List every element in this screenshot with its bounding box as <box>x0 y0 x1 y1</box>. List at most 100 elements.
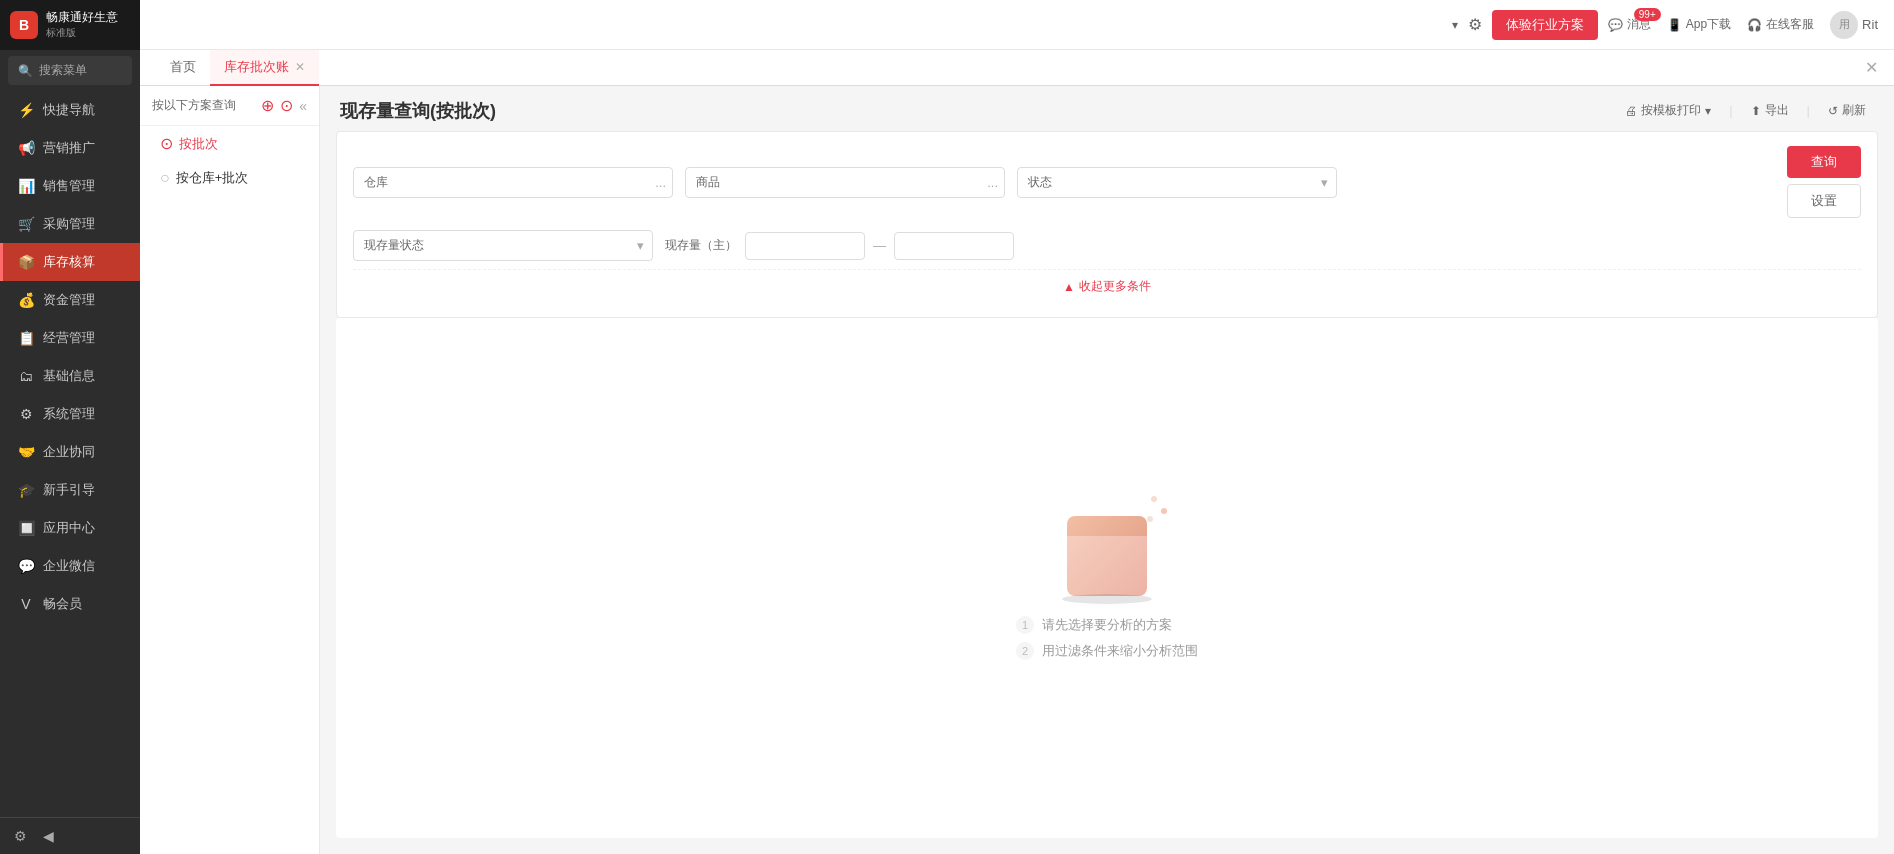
sidebar-label-system: 系统管理 <box>43 405 95 423</box>
sidebar-item-member[interactable]: V 畅会员 <box>0 585 140 623</box>
quantity-to-input[interactable] <box>894 232 1014 260</box>
filter-settings-icon[interactable]: ⊙ <box>280 96 293 115</box>
inventory-status-filter[interactable]: 现存量状态 ▾ <box>353 230 653 261</box>
status-label: 状态 <box>1018 168 1062 197</box>
print-template-btn[interactable]: 🖨 按模板打印 ▾ <box>1617 98 1719 123</box>
sidebar-item-wechat[interactable]: 💬 企业微信 <box>0 547 140 585</box>
quantity-dash: — <box>873 238 886 253</box>
tab-panel-close-icon[interactable]: ✕ <box>1865 58 1878 77</box>
inventory-status-input[interactable] <box>434 233 629 259</box>
query-button[interactable]: 查询 <box>1787 146 1861 178</box>
filter-by-batch-radio: ⊙ <box>160 134 173 153</box>
sidebar-label-shortcut: 快捷导航 <box>43 101 95 119</box>
empty-dot-3 <box>1147 516 1153 522</box>
tab-inventory-batch[interactable]: 库存批次账 ✕ <box>210 50 319 86</box>
empty-dot-1 <box>1151 496 1157 502</box>
page-action-divider-1: | <box>1729 103 1732 118</box>
sidebar-item-apps[interactable]: 🔲 应用中心 <box>0 509 140 547</box>
sidebar-item-enterprise[interactable]: 🤝 企业协同 <box>0 433 140 471</box>
warehouse-dots[interactable]: ... <box>649 175 672 190</box>
status-arrow-icon[interactable]: ▾ <box>1313 175 1336 190</box>
sidebar-header: B 畅康通好生意 标准版 <box>0 0 140 50</box>
sidebar-item-purchase[interactable]: 🛒 采购管理 <box>0 205 140 243</box>
user-avatar: 用 <box>1830 11 1858 39</box>
page-actions: 🖨 按模板打印 ▾ | ⬆ 导出 | ↺ 刷新 <box>1617 98 1874 123</box>
refresh-label: 刷新 <box>1842 102 1866 119</box>
message-badge: 99+ <box>1634 8 1661 21</box>
trial-btn[interactable]: 体验行业方案 <box>1492 10 1598 40</box>
export-label: 导出 <box>1765 102 1789 119</box>
sidebar-label-marketing: 营销推广 <box>43 139 95 157</box>
sidebar-item-operation[interactable]: 📋 经营管理 <box>0 319 140 357</box>
breadcrumb-text <box>156 16 204 33</box>
filter-item-by-warehouse-batch[interactable]: ○ 按仓库+批次 <box>140 161 319 195</box>
filter-add-icon[interactable]: ⊕ <box>261 96 274 115</box>
tab-close-icon[interactable]: ✕ <box>295 60 305 74</box>
empty-illustration <box>1047 496 1167 596</box>
search-menu-label: 搜索菜单 <box>39 62 87 79</box>
warehouse-filter[interactable]: 仓库 ... <box>353 167 673 198</box>
quantity-from-input[interactable] <box>745 232 865 260</box>
topbar-settings-icon[interactable]: ⚙ <box>1468 15 1482 34</box>
product-filter[interactable]: 商品 ... <box>685 167 1005 198</box>
product-dots[interactable]: ... <box>981 175 1004 190</box>
filter-area: 仓库 ... 商品 ... 状态 ▾ 查询 <box>336 131 1878 318</box>
basic-icon: 🗂 <box>17 367 35 385</box>
empty-state: 1 请先选择要分析的方案 2 用过滤条件来缩小分析范围 <box>336 318 1878 838</box>
inventory-status-arrow[interactable]: ▾ <box>629 238 652 253</box>
warehouse-input[interactable] <box>398 169 649 195</box>
sidebar-label-sales: 销售管理 <box>43 177 95 195</box>
tab-home-label: 首页 <box>170 58 196 76</box>
status-input[interactable] <box>1062 169 1313 195</box>
sidebar-label-inventory: 库存核算 <box>43 253 95 271</box>
topbar-messages[interactable]: 💬 消息 99+ <box>1608 16 1651 33</box>
content-area: 按以下方案查询 ⊕ ⊙ « ⊙ 按批次 ○ 按仓库+批次 <box>140 86 1894 854</box>
sidebar-item-basic[interactable]: 🗂 基础信息 <box>0 357 140 395</box>
topbar-online-service[interactable]: 🎧 在线客服 <box>1747 16 1814 33</box>
filter-panel-header: 按以下方案查询 ⊕ ⊙ « <box>140 86 319 126</box>
hint-num-1: 1 <box>1016 616 1034 634</box>
tab-home[interactable]: 首页 <box>156 50 210 86</box>
sidebar-item-inventory[interactable]: 📦 库存核算 <box>0 243 140 281</box>
collapse-more-btn[interactable]: ▲ 收起更多条件 <box>353 269 1861 303</box>
sidebar-label-member: 畅会员 <box>43 595 82 613</box>
topbar-user[interactable]: 用 Rit <box>1830 11 1878 39</box>
sidebar-item-guide[interactable]: 🎓 新手引导 <box>0 471 140 509</box>
footer-collapse-icon[interactable]: ◀ <box>43 828 54 844</box>
app-company: 畅康通好生意 <box>46 10 118 26</box>
sidebar-label-operation: 经营管理 <box>43 329 95 347</box>
product-input[interactable] <box>730 169 981 195</box>
inventory-icon: 📦 <box>17 253 35 271</box>
search-menu[interactable]: 🔍 搜索菜单 <box>8 56 132 85</box>
sidebar-item-shortcut[interactable]: ⚡ 快捷导航 <box>0 91 140 129</box>
footer-settings-icon[interactable]: ⚙ <box>14 828 27 844</box>
filter-collapse-icon[interactable]: « <box>299 98 307 114</box>
tabbar: 首页 库存批次账 ✕ ✕ <box>140 50 1894 86</box>
message-icon: 💬 <box>1608 18 1623 32</box>
topbar-dropdown-icon[interactable]: ▾ <box>1452 18 1458 32</box>
sidebar-item-system[interactable]: ⚙ 系统管理 <box>0 395 140 433</box>
page-action-divider-2: | <box>1807 103 1810 118</box>
enterprise-icon: 🤝 <box>17 443 35 461</box>
service-icon: 🎧 <box>1747 18 1762 32</box>
export-btn[interactable]: ⬆ 导出 <box>1743 98 1797 123</box>
app-info: 畅康通好生意 标准版 <box>46 10 118 40</box>
hint-text-1: 请先选择要分析的方案 <box>1042 616 1172 634</box>
main-content: 现存量查询(按批次) 🖨 按模板打印 ▾ | ⬆ 导出 | ↺ <box>320 86 1894 854</box>
sidebar-item-sales[interactable]: 📊 销售管理 <box>0 167 140 205</box>
filter-item-by-batch[interactable]: ⊙ 按批次 <box>140 126 319 161</box>
sidebar-item-marketing[interactable]: 📢 营销推广 <box>0 129 140 167</box>
system-icon: ⚙ <box>17 405 35 423</box>
filter-by-warehouse-batch-label: 按仓库+批次 <box>176 169 249 187</box>
search-icon: 🔍 <box>18 64 33 78</box>
status-filter[interactable]: 状态 ▾ <box>1017 167 1337 198</box>
filter-sidebar: 按以下方案查询 ⊕ ⊙ « ⊙ 按批次 ○ 按仓库+批次 <box>140 86 320 854</box>
topbar-app-download[interactable]: 📱 App下载 <box>1667 16 1731 33</box>
refresh-btn[interactable]: ↺ 刷新 <box>1820 98 1874 123</box>
sidebar-footer: ⚙ ◀ <box>0 817 140 854</box>
sidebar-label-basic: 基础信息 <box>43 367 95 385</box>
sidebar-item-finance[interactable]: 💰 资金管理 <box>0 281 140 319</box>
print-dropdown-icon: ▾ <box>1705 104 1711 118</box>
settings-button[interactable]: 设置 <box>1787 184 1861 218</box>
sidebar-label-enterprise: 企业协同 <box>43 443 95 461</box>
